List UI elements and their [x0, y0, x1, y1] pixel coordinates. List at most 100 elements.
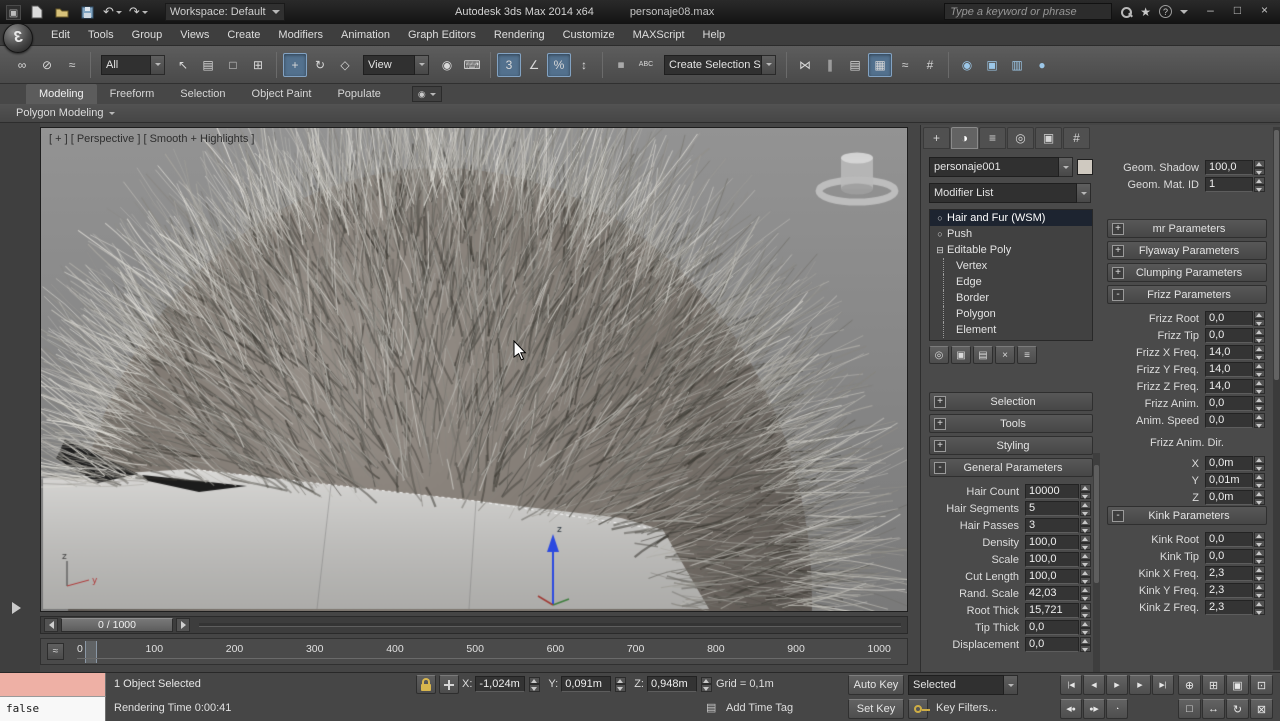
menu-modifiers[interactable]: Modifiers: [269, 24, 332, 46]
rollout-styling[interactable]: + Styling: [929, 436, 1093, 455]
spinner[interactable]: [1254, 456, 1265, 471]
search-icon[interactable]: [1120, 6, 1133, 18]
maximize-button[interactable]: □: [1224, 0, 1251, 22]
time-slider-handle[interactable]: 0 / 1000: [61, 618, 173, 632]
play-animation-button[interactable]: ▶: [1106, 675, 1128, 695]
stack-subitem-polygon[interactable]: Polygon: [930, 306, 1092, 322]
scrollbar-thumb[interactable]: [1274, 130, 1279, 380]
spinner[interactable]: [1254, 532, 1265, 547]
infocenter-chevron-icon[interactable]: [1180, 9, 1188, 14]
modify-tab[interactable]: ◑: [951, 127, 978, 149]
spinner[interactable]: [1080, 518, 1091, 533]
rollout-kink-parameters[interactable]: - Kink Parameters: [1107, 506, 1267, 525]
parameter-input[interactable]: 0,01m: [1205, 473, 1253, 488]
perspective-viewport[interactable]: [ + ] [ Perspective ] [ Smooth + Highlig…: [40, 127, 908, 612]
spinner[interactable]: [700, 676, 712, 692]
panel-column-scrollbar[interactable]: [1093, 453, 1100, 693]
new-scene-icon[interactable]: [28, 3, 46, 21]
rollout-expand-icon[interactable]: -: [1112, 509, 1124, 522]
parameter-input[interactable]: 3: [1025, 518, 1079, 533]
make-unique-icon[interactable]: ▤: [973, 346, 993, 364]
stack-subitem-border[interactable]: Border: [930, 290, 1092, 306]
spinner[interactable]: [1254, 549, 1265, 564]
spinner[interactable]: [1254, 345, 1265, 360]
spinner[interactable]: [1254, 473, 1265, 488]
zoom-region-icon[interactable]: □: [1178, 699, 1201, 719]
spinner[interactable]: [1254, 379, 1265, 394]
material-editor-icon[interactable]: ◉: [955, 53, 979, 77]
open-file-icon[interactable]: [53, 3, 71, 21]
close-button[interactable]: ×: [1251, 0, 1278, 22]
spinner[interactable]: [1254, 583, 1265, 598]
spinner[interactable]: [1080, 535, 1091, 550]
parameter-input[interactable]: 10000: [1025, 484, 1079, 499]
align-icon[interactable]: ∥: [818, 53, 842, 77]
menu-help[interactable]: Help: [694, 24, 735, 46]
rollout-general-parameters[interactable]: - General Parameters: [929, 458, 1093, 477]
spinner[interactable]: [1254, 177, 1265, 192]
menu-customize[interactable]: Customize: [554, 24, 624, 46]
angle-snap-icon[interactable]: ∠: [522, 53, 546, 77]
ribbon-display-toggle[interactable]: ◉: [411, 86, 442, 102]
coordinate-input[interactable]: 0,091m: [561, 676, 612, 692]
redo-icon[interactable]: ↷: [129, 4, 148, 20]
spinner[interactable]: [1080, 501, 1091, 516]
previous-key-button[interactable]: ◀●: [1060, 699, 1082, 719]
rollout-tools[interactable]: + Tools: [929, 414, 1093, 433]
remove-modifier-icon[interactable]: ×: [995, 346, 1015, 364]
chevron-down-icon[interactable]: [1077, 183, 1091, 203]
parameter-input[interactable]: 0,0: [1205, 311, 1253, 326]
spinner[interactable]: [1080, 620, 1091, 635]
time-slider[interactable]: 0 / 1000: [40, 616, 908, 634]
keyboard-override-icon[interactable]: ⌨: [460, 53, 484, 77]
menu-rendering[interactable]: Rendering: [485, 24, 554, 46]
next-key-button[interactable]: ●▶: [1083, 699, 1105, 719]
chevron-down-icon[interactable]: [762, 54, 776, 75]
named-selection-sets-dropdown[interactable]: Create Selection Set: [664, 54, 776, 75]
favorites-icon[interactable]: ★: [1140, 5, 1151, 19]
rollout-expand-icon[interactable]: -: [934, 461, 946, 474]
modifier-list-dropdown[interactable]: Modifier List: [929, 183, 1091, 203]
curve-editor-icon[interactable]: ≈: [893, 53, 917, 77]
expand-tray-icon[interactable]: [12, 602, 21, 614]
parameter-input[interactable]: 0,0: [1205, 549, 1253, 564]
time-slider-track[interactable]: [199, 623, 901, 627]
ribbon-tab-object-paint[interactable]: Object Paint: [239, 84, 325, 104]
menu-group[interactable]: Group: [123, 24, 172, 46]
utilities-tab[interactable]: #: [1063, 127, 1090, 149]
next-frame-button[interactable]: ▶: [1129, 675, 1151, 695]
application-menu-button[interactable]: 3: [3, 23, 33, 53]
ribbon-tab-selection[interactable]: Selection: [167, 84, 238, 104]
rollout-expand-icon[interactable]: +: [1112, 222, 1124, 235]
stack-subitem-edge[interactable]: Edge: [930, 274, 1092, 290]
select-and-move-icon[interactable]: +: [283, 52, 307, 77]
stack-item-icon[interactable]: ⊟: [933, 242, 947, 258]
stack-subitem-vertex[interactable]: Vertex: [930, 258, 1092, 274]
parameter-input[interactable]: 0,0: [1025, 620, 1079, 635]
rollout-clumping-parameters[interactable]: + Clumping Parameters: [1107, 263, 1267, 282]
parameter-input[interactable]: 0,0m: [1205, 456, 1253, 471]
menu-graph-editors[interactable]: Graph Editors: [399, 24, 485, 46]
rollout-expand-icon[interactable]: +: [1112, 266, 1124, 279]
motion-tab[interactable]: ◎: [1007, 127, 1034, 149]
object-color-swatch[interactable]: [1077, 159, 1093, 175]
menu-edit[interactable]: Edit: [42, 24, 79, 46]
spinner[interactable]: [1080, 603, 1091, 618]
rendered-frame-icon[interactable]: ▥: [1005, 53, 1029, 77]
polygon-modeling-panel[interactable]: Polygon Modeling: [16, 107, 103, 119]
render-setup-icon[interactable]: ▣: [980, 53, 1004, 77]
rollout-mr-parameters[interactable]: + mr Parameters: [1107, 219, 1267, 238]
named-selection-label-icon[interactable]: ABC: [634, 53, 658, 77]
parameter-input[interactable]: 42,03: [1025, 586, 1079, 601]
select-object-icon[interactable]: ↖: [171, 53, 195, 77]
ribbon-tab-populate[interactable]: Populate: [324, 84, 393, 104]
rollout-expand-icon[interactable]: +: [934, 395, 946, 408]
rollout-expand-icon[interactable]: +: [1112, 244, 1124, 257]
spinner[interactable]: [1254, 328, 1265, 343]
auto-key-button[interactable]: Auto Key: [848, 675, 904, 695]
track-bar[interactable]: ≈ 0 100 200 300 400 500 600 700 800 900 1000: [40, 638, 908, 665]
create-tab[interactable]: +: [923, 127, 950, 149]
ribbon-tab-modeling[interactable]: Modeling: [26, 84, 97, 104]
viewport-canvas[interactable]: [41, 128, 907, 611]
spinner[interactable]: [1080, 586, 1091, 601]
